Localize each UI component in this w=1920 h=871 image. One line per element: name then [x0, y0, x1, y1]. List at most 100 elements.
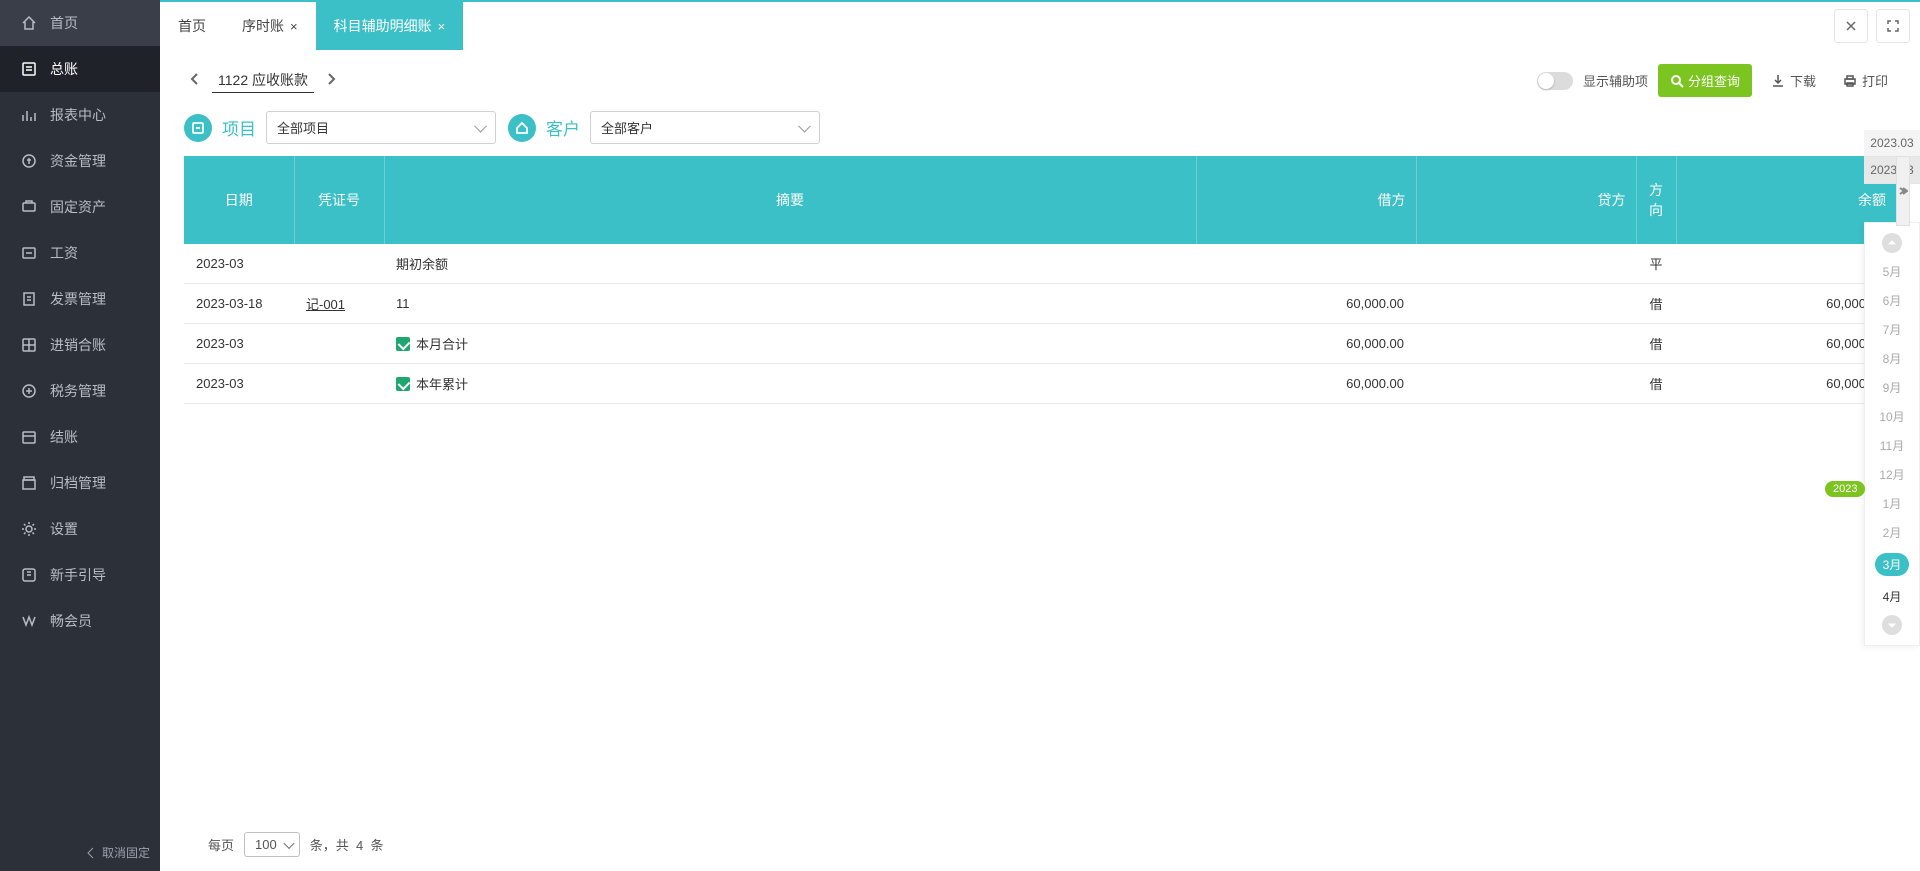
sidebar: 首页总账报表中心资金管理固定资产工资发票管理进销合账税务管理结账归档管理设置新手… [0, 0, 160, 871]
summary-badge-icon [396, 377, 410, 391]
col-header-credit: 贷方 [1416, 156, 1636, 244]
sidebar-item-label: 首页 [50, 13, 78, 33]
month-item[interactable]: 5月 [1865, 257, 1919, 286]
month-item[interactable]: 7月 [1865, 315, 1919, 344]
expand-columns-handle[interactable] [1896, 156, 1910, 226]
sidebar-item-label: 设置 [50, 519, 78, 539]
close-tab-button[interactable] [1834, 9, 1868, 43]
print-button[interactable]: 打印 [1834, 65, 1896, 96]
toolbar: 1122 应收账款 显示辅助项 分组查询 下载 打印 [160, 50, 1920, 107]
month-scroll-down[interactable] [1882, 615, 1902, 635]
sidebar-item-label: 归档管理 [50, 473, 106, 493]
filter-bar: 项目 全部项目 客户 全部客户 [160, 107, 1920, 156]
customer-filter-group: 客户 全部客户 [508, 111, 820, 144]
col-header-voucher: 凭证号 [294, 156, 384, 244]
ledger-icon [20, 60, 38, 78]
table-row: 2023-03 本年累计 60,000.00 借 60,000.00 [184, 364, 1896, 404]
month-item[interactable]: 11月 [1865, 431, 1919, 460]
group-query-button[interactable]: 分组查询 [1658, 64, 1752, 97]
prev-account-button[interactable] [184, 68, 206, 93]
cell-balance: 60,000.00 [1676, 364, 1896, 404]
sidebar-item-vip[interactable]: 畅会员 [0, 598, 160, 644]
download-label: 下载 [1790, 71, 1816, 90]
month-scroll-up[interactable] [1882, 233, 1902, 253]
sidebar-item-archive[interactable]: 归档管理 [0, 460, 160, 506]
invoice-icon [20, 290, 38, 308]
sidebar-item-label: 固定资产 [50, 197, 106, 217]
sidebar-item-asset[interactable]: 固定资产 [0, 184, 160, 230]
table-container: 日期 凭证号 摘要 借方 贷方 方向 余额 2023-03 期初余额 平 202… [160, 156, 1920, 871]
sidebar-item-label: 畅会员 [50, 611, 92, 631]
sidebar-item-chart[interactable]: 报表中心 [0, 92, 160, 138]
sidebar-item-settings[interactable]: 设置 [0, 506, 160, 552]
trade-icon [20, 336, 38, 354]
project-select[interactable]: 全部项目 [266, 111, 496, 144]
month-item[interactable]: 4月 [1865, 582, 1919, 611]
tax-icon [20, 382, 38, 400]
summary-badge-icon [396, 337, 410, 351]
sidebar-item-tax[interactable]: 税务管理 [0, 368, 160, 414]
month-item[interactable]: 10月 [1865, 402, 1919, 431]
table-row: 2023-03 期初余额 平 [184, 244, 1896, 284]
project-filter-group: 项目 全部项目 [184, 111, 496, 144]
cell-debit: 60,000.00 [1196, 284, 1416, 324]
cell-voucher [294, 244, 384, 284]
customer-select[interactable]: 全部客户 [590, 111, 820, 144]
per-page-select[interactable]: 100 [244, 832, 300, 857]
cell-date: 2023-03-18 [184, 284, 294, 324]
month-item[interactable]: 3月 [1865, 547, 1919, 582]
per-page-label: 每页 [208, 835, 234, 854]
tab-bar: 首页序时账×科目辅助明细账× [160, 0, 1920, 50]
cell-credit [1416, 244, 1636, 284]
sidebar-item-home[interactable]: 首页 [0, 0, 160, 46]
date-rail: 2023.032023.03 5月6月7月8月9月10月11月12月1月20232… [1864, 130, 1920, 646]
cell-credit [1416, 364, 1636, 404]
next-account-button[interactable] [320, 68, 342, 93]
month-item[interactable]: 1月2023 [1865, 489, 1919, 518]
cell-voucher: 记-001 [294, 284, 384, 324]
sidebar-item-guide[interactable]: 新手引导 [0, 552, 160, 598]
cell-summary: 期初余额 [384, 244, 1196, 284]
cell-direction: 借 [1636, 364, 1676, 404]
download-button[interactable]: 下载 [1762, 65, 1824, 96]
month-item[interactable]: 12月 [1865, 460, 1919, 489]
guide-icon [20, 566, 38, 584]
month-item[interactable]: 2月 [1865, 518, 1919, 547]
tab[interactable]: 序时账 × [224, 2, 316, 50]
salary-icon [20, 244, 38, 262]
month-item[interactable]: 8月 [1865, 344, 1919, 373]
cell-summary: 本月合计 [384, 324, 1196, 364]
voucher-link[interactable]: 记-001 [306, 297, 345, 312]
tab[interactable]: 科目辅助明细账× [316, 2, 464, 50]
show-aux-toggle[interactable] [1537, 72, 1573, 90]
fullscreen-button[interactable] [1876, 9, 1910, 43]
cell-date: 2023-03 [184, 324, 294, 364]
account-name[interactable]: 1122 应收账款 [212, 68, 314, 93]
table-row: 2023-03-18 记-001 11 60,000.00 借 60,000.0… [184, 284, 1896, 324]
sidebar-item-trade[interactable]: 进销合账 [0, 322, 160, 368]
month-item[interactable]: 6月 [1865, 286, 1919, 315]
customer-filter-label: 客户 [546, 115, 580, 140]
pagination: 每页 100 条，共 4 条 [184, 818, 1896, 871]
date-range-pill[interactable]: 2023.03 [1864, 157, 1920, 184]
table-row: 2023-03 本月合计 60,000.00 借 60,000.00 [184, 324, 1896, 364]
sidebar-item-ledger[interactable]: 总账 [0, 46, 160, 92]
sidebar-item-money[interactable]: 资金管理 [0, 138, 160, 184]
tab-close-icon[interactable]: × [290, 19, 298, 34]
month-item[interactable]: 9月 [1865, 373, 1919, 402]
fullscreen-icon [1885, 18, 1901, 34]
ledger-table: 日期 凭证号 摘要 借方 贷方 方向 余额 2023-03 期初余额 平 202… [184, 156, 1896, 404]
asset-icon [20, 198, 38, 216]
date-range-pill[interactable]: 2023.03 [1864, 130, 1920, 157]
sidebar-item-close-period[interactable]: 结账 [0, 414, 160, 460]
sidebar-item-invoice[interactable]: 发票管理 [0, 276, 160, 322]
tab[interactable]: 首页 [160, 2, 224, 50]
sidebar-item-label: 发票管理 [50, 289, 106, 309]
tab-close-icon[interactable]: × [438, 19, 446, 34]
cell-credit [1416, 324, 1636, 364]
sidebar-item-salary[interactable]: 工资 [0, 230, 160, 276]
sidebar-unpin[interactable]: 取消固定 [0, 834, 160, 871]
cell-direction: 借 [1636, 284, 1676, 324]
tab-label: 序时账 [242, 16, 284, 36]
chevron-left-icon [188, 72, 202, 86]
